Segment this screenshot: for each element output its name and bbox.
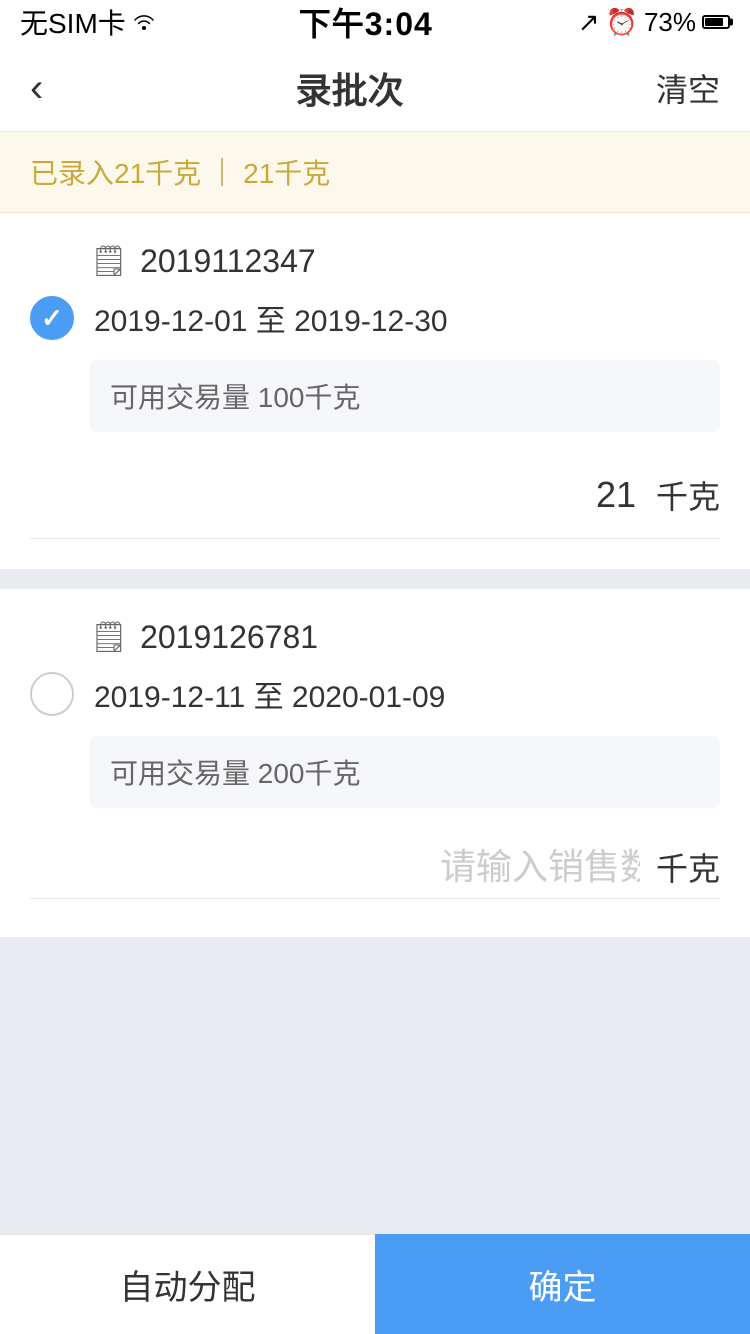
- batch-id-row-1: 🗒 2019112347: [30, 243, 720, 280]
- signal-text: 无SIM卡: [20, 2, 126, 42]
- batch-input-row-2: 千克: [30, 828, 720, 899]
- info-banner: 已录入21千克 21千克: [0, 132, 750, 213]
- batch-avail-2: 可用交易量 200千克: [90, 736, 720, 808]
- content-area: 已录入21千克 21千克 🗒 2019112347 2019-12-01 至 2…: [0, 132, 750, 1317]
- batch-date-row-2: 2019-12-11 至 2020-01-09: [30, 672, 720, 716]
- quantity-input-2[interactable]: [440, 846, 640, 888]
- batch-id-icon-1: 🗒: [90, 244, 128, 279]
- recorded-amount: 已录入21千克: [30, 152, 201, 192]
- page-title: 录批次: [296, 62, 404, 114]
- batch-radio-1[interactable]: [30, 296, 74, 340]
- back-button[interactable]: ‹: [30, 68, 43, 108]
- clear-button[interactable]: 清空: [656, 65, 720, 111]
- batch-item-2: 🗒 2019126781 2019-12-11 至 2020-01-09 可用交…: [0, 589, 750, 937]
- status-bar: 无SIM卡 下午3:04 ↗ ⏰ 73%: [0, 0, 750, 44]
- batch-id-text-2: 2019126781: [140, 619, 318, 656]
- confirm-button[interactable]: 确定: [375, 1234, 750, 1334]
- batch-date-row-1: 2019-12-01 至 2019-12-30: [30, 296, 720, 340]
- batch-item-1: 🗒 2019112347 2019-12-01 至 2019-12-30 可用交…: [0, 213, 750, 569]
- batch-avail-1: 可用交易量 100千克: [90, 360, 720, 432]
- quantity-input-1[interactable]: [436, 474, 636, 516]
- status-time: 下午3:04: [299, 0, 433, 45]
- batch-date-text-1: 2019-12-01 至 2019-12-30: [94, 296, 448, 340]
- wifi-icon: [134, 14, 154, 30]
- quantity-unit-1: 千克: [656, 472, 720, 518]
- auto-distribute-button[interactable]: 自动分配: [0, 1234, 375, 1334]
- location-icon: ↗: [578, 7, 600, 38]
- section-divider: [0, 569, 750, 589]
- batch-id-icon-2: 🗒: [90, 620, 128, 655]
- total-amount: 21千克: [243, 152, 330, 192]
- alarm-icon: ⏰: [606, 7, 638, 38]
- nav-bar: ‹ 录批次 清空: [0, 44, 750, 132]
- status-right: ↗ ⏰ 73%: [578, 7, 730, 38]
- status-left: 无SIM卡: [20, 2, 154, 42]
- batch-date-text-2: 2019-12-11 至 2020-01-09: [94, 672, 445, 716]
- batch-radio-2[interactable]: [30, 672, 74, 716]
- battery-percent: 73%: [644, 7, 696, 38]
- batch-id-row-2: 🗒 2019126781: [30, 619, 720, 656]
- batch-quantity-row-1: 千克: [30, 452, 720, 539]
- bottom-bar: 自动分配 确定: [0, 1234, 750, 1334]
- battery-icon: [702, 15, 730, 29]
- batch-id-text-1: 2019112347: [140, 243, 316, 280]
- quantity-unit-2: 千克: [656, 844, 720, 890]
- banner-divider: [221, 158, 223, 186]
